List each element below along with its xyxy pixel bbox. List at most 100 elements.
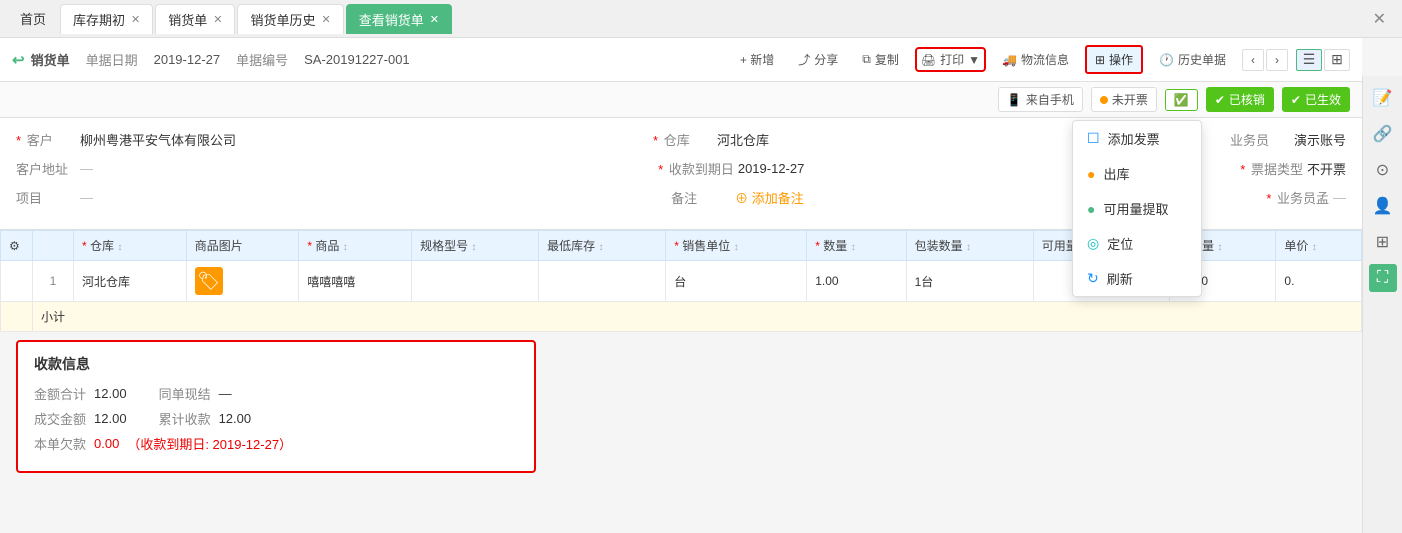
sidebar-user-icon[interactable]: 👤 [1369,192,1397,220]
tab-view-sales-close[interactable]: ✕ [430,13,439,26]
project-label: 项目 [16,188,76,207]
operation-icon: ⊞ [1095,53,1105,67]
staff2-field: * 业务员孟 — [1266,188,1346,207]
print-button[interactable]: 🖨 打印 ▼ [915,47,986,72]
row-spec [412,261,539,302]
payment-box: 收款信息 金额合计 12.00 同单现结 — 成交金额 12.00 累计收款 [16,340,536,473]
row-price: 0. [1276,261,1362,302]
tab-sales-history[interactable]: 销货单历史 ✕ [237,4,343,34]
col-warehouse: * 仓库 ↕ [74,231,187,261]
total-amount-value: 12.00 [94,386,127,401]
new-label: + 新增 [740,51,774,68]
row-warehouse: 河北仓库 [74,261,187,302]
add-invoice-label: 添加发票 [1108,129,1160,148]
project-value: — [80,190,93,205]
available-pickup-label: 可用量提取 [1103,199,1168,218]
tab-bar: 首页 库存期初 ✕ 销货单 ✕ 销货单历史 ✕ 查看销货单 ✕ ✕ [0,0,1402,38]
row-min-stock [539,261,666,302]
date-value: 2019-12-27 [154,52,221,67]
out-warehouse-label: 出库 [1103,164,1129,183]
tab-sales-close[interactable]: ✕ [213,13,222,26]
payment-row-3: 本单欠款 0.00 （收款到期日: 2019-12-27） [34,434,518,453]
print-dropdown-icon: ▼ [968,53,980,67]
print-icon: 🖨 [921,53,936,67]
sidebar-expand-icon[interactable]: ⛶ [1369,264,1397,292]
cancel-sale-label: 已核销 [1229,91,1265,108]
cancel-sale-button[interactable]: ✔ 已核销 [1206,87,1274,112]
dropdown-available-pickup[interactable]: ● 可用量提取 [1073,191,1201,226]
sidebar-note-icon[interactable]: 📝 [1369,84,1397,112]
payment-title: 收款信息 [34,354,518,374]
staff2-label: 业务员孟 [1277,191,1329,206]
add-note-button[interactable]: ⊕ 添加备注 [735,188,804,207]
tab-view-sales[interactable]: 查看销货单 ✕ [346,4,452,34]
copy-label: 复制 [875,51,899,68]
address-value: — [80,161,93,176]
take-effect-button[interactable]: ✔ 已生效 [1282,87,1350,112]
tab-home[interactable]: 首页 [8,4,58,34]
nav-next[interactable]: › [1266,49,1288,71]
toolbar: ↩ 销货单 单据日期 2019-12-27 单据编号 SA-20191227-0… [0,38,1362,82]
mobile-icon: 📱 [1007,93,1022,107]
cumulative-item: 累计收款 12.00 [159,409,252,428]
doc-meta: 单据日期 2019-12-27 单据编号 SA-20191227-001 [86,50,410,69]
grid-view-button[interactable]: ⊞ [1324,49,1350,71]
product-image: 🏷 [195,267,223,295]
not-open-dot [1100,96,1108,104]
customer-value: 柳州粤港平安气体有限公司 [80,130,236,149]
row-package-qty: 1台 [906,261,1033,302]
list-view-button[interactable]: ☰ [1296,49,1322,71]
from-mobile-button[interactable]: 📱 来自手机 [998,87,1083,112]
toolbar-actions: + 新增 ⤴ 分享 ⧉ 复制 🖨 打印 ▼ 🚚 物流信息 [732,45,1350,74]
cumulative-label: 累计收款 [159,409,211,428]
check-icon-button[interactable]: ✅ [1165,89,1198,111]
row-image: 🏷 [186,261,299,302]
not-open-label: 未开票 [1112,91,1148,108]
copy-button[interactable]: ⧉ 复制 [854,47,907,72]
number-value: SA-20191227-001 [304,52,410,67]
dropdown-refresh[interactable]: ↻ 刷新 [1073,261,1201,296]
note-label: 备注 [671,188,731,207]
tab-inventory[interactable]: 库存期初 ✕ [60,4,153,34]
logistics-button[interactable]: 🚚 物流信息 [994,47,1077,72]
new-button[interactable]: + 新增 [732,47,782,72]
sidebar-link-icon[interactable]: 🔗 [1369,120,1397,148]
total-amount-item: 金额合计 12.00 [34,384,127,403]
share-button[interactable]: ⤴ 分享 [790,47,846,72]
address-label: 客户地址 [16,159,76,178]
tab-sales[interactable]: 销货单 ✕ [155,4,235,34]
window-close-button[interactable]: ✕ [1365,9,1394,29]
deal-amount-label: 成交金额 [34,409,86,428]
sidebar-table-icon[interactable]: ⊞ [1369,228,1397,256]
refresh-icon: ↻ [1087,270,1099,287]
col-image: 商品图片 [186,231,299,261]
payment-date-value: 2019-12-27 [738,161,805,176]
payment-date-label: 收款到期日 [669,162,734,177]
same-order-label: 同单现结 [159,384,211,403]
tab-inventory-close[interactable]: ✕ [131,13,140,26]
not-open-button[interactable]: 未开票 [1091,87,1157,112]
sidebar-chat-icon[interactable]: ⊙ [1369,156,1397,184]
ticket-type-field: * 票据类型 不开票 [1240,159,1346,178]
history-button[interactable]: 🕐 历史单据 [1151,47,1234,72]
col-settings[interactable]: ⚙ [1,231,33,261]
history-label: 历史单据 [1178,51,1226,68]
deal-amount-item: 成交金额 12.00 [34,409,127,428]
customer-field: * 客户 柳州粤港平安气体有限公司 [16,130,593,149]
arrears-note: （收款到期日: 2019-12-27） [127,434,292,453]
dropdown-out-warehouse[interactable]: ● 出库 [1073,156,1201,191]
same-order-value: — [219,386,232,401]
print-label: 打印 [940,51,964,68]
doc-title-text: 销货单 [31,50,70,69]
arrears-label: 本单欠款 [34,434,86,453]
dropdown-add-invoice[interactable]: ☐ 添加发票 [1073,121,1201,156]
out-warehouse-icon: ● [1087,166,1095,182]
row-num: 1 [33,261,74,302]
tab-sales-history-close[interactable]: ✕ [322,13,331,26]
nav-prev[interactable]: ‹ [1242,49,1264,71]
subtotal-label: 小计 [33,302,1362,332]
dropdown-locate[interactable]: ◎ 定位 [1073,226,1201,261]
payment-row-2: 成交金额 12.00 累计收款 12.00 [34,409,518,428]
operation-button[interactable]: ⊞ 操作 [1085,45,1143,74]
main-container: ↩ 销货单 单据日期 2019-12-27 单据编号 SA-20191227-0… [0,38,1402,533]
